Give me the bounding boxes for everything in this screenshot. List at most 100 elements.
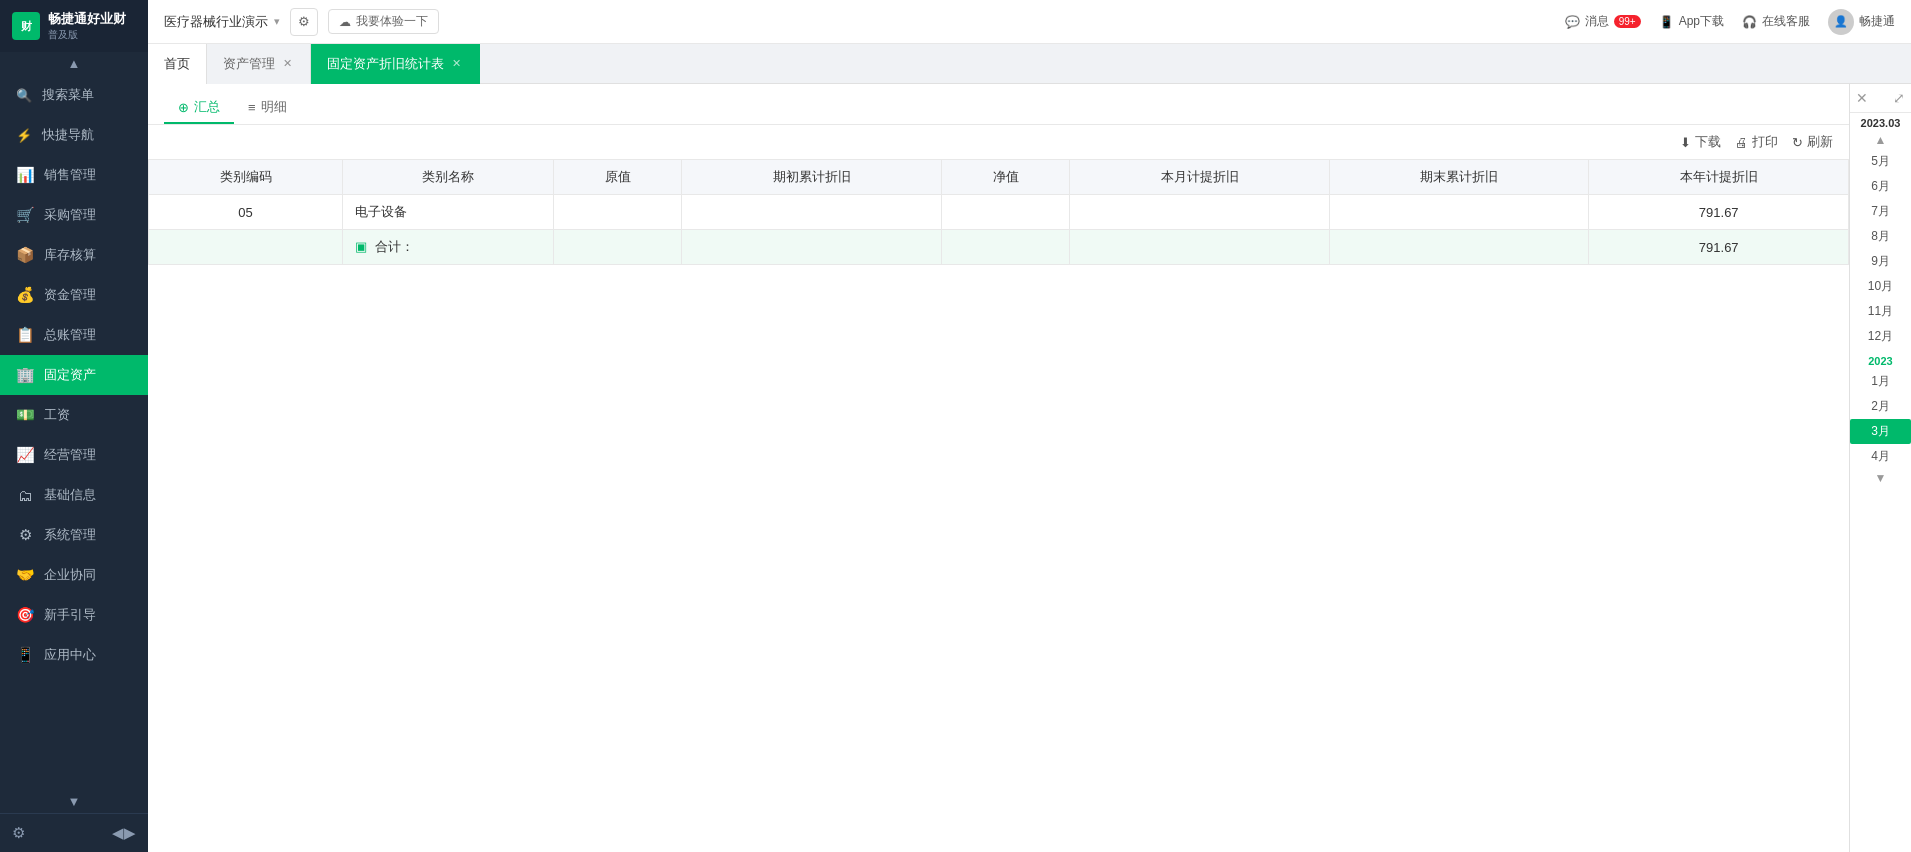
- sidebar-item-salary[interactable]: 💵 工资: [0, 395, 148, 435]
- date-scroll-down[interactable]: ▼: [1850, 469, 1911, 487]
- date-month-2023-4[interactable]: 4月: [1850, 444, 1911, 469]
- total-label: ▣ 合计：: [343, 230, 554, 265]
- col-header-initial-accumulated: 期初累计折旧: [682, 160, 942, 195]
- date-month-2023-3[interactable]: 3月: [1850, 419, 1911, 444]
- company-chevron-icon: ▾: [274, 15, 280, 28]
- sidebar-item-guide[interactable]: 🎯 新手引导: [0, 595, 148, 635]
- table-row: 05 电子设备 791.67: [149, 195, 1849, 230]
- sidebar-scroll-down[interactable]: ▼: [0, 790, 148, 813]
- tabs-bar: 首页 资产管理 ✕ 固定资产折旧统计表 ✕: [148, 44, 1911, 84]
- row-annual: 791.67: [1589, 195, 1849, 230]
- customer-service-icon: 🎧: [1742, 15, 1757, 29]
- depreciation-table: 类别编码 类别名称 原值 期初累计折旧 净值 本月计提折旧 期末累计折旧 本年计…: [148, 159, 1849, 265]
- topbar-settings-button[interactable]: ⚙: [290, 8, 318, 36]
- date-month-11[interactable]: 11月: [1850, 299, 1911, 324]
- sidebar-item-quick-nav[interactable]: ⚡ 快捷导航: [0, 115, 148, 155]
- tab-close-depreciation-report[interactable]: ✕: [449, 57, 463, 71]
- sidebar-scroll-up[interactable]: ▲: [0, 52, 148, 75]
- sidebar-item-search[interactable]: 🔍 搜索菜单: [0, 75, 148, 115]
- tab-close-asset-mgmt[interactable]: ✕: [280, 57, 294, 71]
- experience-button[interactable]: ☁ 我要体验一下: [328, 9, 439, 34]
- col-header-annual: 本年计提折旧: [1589, 160, 1849, 195]
- user-profile[interactable]: 👤 畅捷通: [1828, 9, 1895, 35]
- sidebar-item-funds[interactable]: 💰 资金管理: [0, 275, 148, 315]
- year-2023-label[interactable]: 2023: [1868, 349, 1892, 369]
- summary-icon: ⊕: [178, 100, 189, 115]
- date-month-7[interactable]: 7月: [1850, 199, 1911, 224]
- app-logo: 财 畅捷通好业财 普及版: [0, 0, 148, 52]
- sidebar-item-sales[interactable]: 📊 销售管理: [0, 155, 148, 195]
- total-annual: 791.67: [1589, 230, 1849, 265]
- row-monthly: [1070, 195, 1330, 230]
- refresh-button[interactable]: ↻ 刷新: [1792, 133, 1833, 151]
- sub-tab-summary[interactable]: ⊕ 汇总: [164, 92, 234, 124]
- date-month-5[interactable]: 5月: [1850, 149, 1911, 174]
- main-area: 医疗器械行业演示 ▾ ⚙ ☁ 我要体验一下 💬 消息 99+ 📱 App下载 🎧…: [148, 0, 1911, 852]
- total-icon: ▣: [355, 239, 367, 254]
- col-header-net-value: 净值: [941, 160, 1070, 195]
- tab-depreciation-report[interactable]: 固定资产折旧统计表 ✕: [311, 44, 480, 84]
- app-download-icon: 📱: [1659, 15, 1674, 29]
- fixed-assets-icon: 🏢: [16, 366, 34, 384]
- total-net-value: [941, 230, 1070, 265]
- date-month-10[interactable]: 10月: [1850, 274, 1911, 299]
- collapse-sidebar-icon[interactable]: ◀▶: [112, 824, 136, 842]
- salary-icon: 💵: [16, 406, 34, 424]
- row-code: 05: [149, 195, 343, 230]
- customer-service-button[interactable]: 🎧 在线客服: [1742, 13, 1810, 30]
- purchase-icon: 🛒: [16, 206, 34, 224]
- app-center-icon: 📱: [16, 646, 34, 664]
- sidebar-item-fixed-assets[interactable]: 🏢 固定资产: [0, 355, 148, 395]
- sidebar-item-basic-info[interactable]: 🗂 基础信息: [0, 475, 148, 515]
- data-table-wrap: 类别编码 类别名称 原值 期初累计折旧 净值 本月计提折旧 期末累计折旧 本年计…: [148, 159, 1849, 852]
- company-selector[interactable]: 医疗器械行业演示 ▾: [164, 13, 280, 31]
- date-scroll-up[interactable]: ▲: [1850, 131, 1911, 149]
- date-month-6[interactable]: 6月: [1850, 174, 1911, 199]
- gear-icon: ⚙: [298, 14, 310, 29]
- total-original-value: [553, 230, 682, 265]
- sidebar-bottom: ⚙ ◀▶: [0, 813, 148, 852]
- col-header-code: 类别编码: [149, 160, 343, 195]
- download-button[interactable]: ⬇ 下载: [1680, 133, 1721, 151]
- row-net-value: [941, 195, 1070, 230]
- content-area: ⊕ 汇总 ≡ 明细 ⬇ 下载 🖨 打印 ↻: [148, 84, 1849, 852]
- message-button[interactable]: 💬 消息 99+: [1565, 13, 1641, 30]
- row-initial-accumulated: [682, 195, 942, 230]
- right-panel-header: ✕ ⤢: [1850, 84, 1911, 113]
- right-panel-expand-icon[interactable]: ⤢: [1893, 90, 1905, 106]
- sidebar-item-enterprise[interactable]: 🤝 企业协同: [0, 555, 148, 595]
- guide-icon: 🎯: [16, 606, 34, 624]
- sidebar: 财 畅捷通好业财 普及版 ▲ 🔍 搜索菜单 ⚡ 快捷导航 📊 销售管理 🛒 采购…: [0, 0, 148, 852]
- date-month-9[interactable]: 9月: [1850, 249, 1911, 274]
- inventory-icon: 📦: [16, 246, 34, 264]
- total-monthly: [1070, 230, 1330, 265]
- date-month-2023-2[interactable]: 2月: [1850, 394, 1911, 419]
- date-month-12[interactable]: 12月: [1850, 324, 1911, 349]
- print-button[interactable]: 🖨 打印: [1735, 133, 1778, 151]
- row-end-accumulated: [1329, 195, 1589, 230]
- tab-asset-mgmt[interactable]: 资产管理 ✕: [207, 44, 311, 84]
- total-end-accumulated: [1329, 230, 1589, 265]
- settings-bottom-icon[interactable]: ⚙: [12, 824, 25, 842]
- app-download-button[interactable]: 📱 App下载: [1659, 13, 1724, 30]
- sidebar-item-app-center[interactable]: 📱 应用中心: [0, 635, 148, 675]
- right-date-panel: ✕ ⤢ 2023.03 ▲ 5月 6月 7月 8月 9月 10月 11月 12月…: [1849, 84, 1911, 852]
- sidebar-item-inventory[interactable]: 📦 库存核算: [0, 235, 148, 275]
- refresh-icon: ↻: [1792, 135, 1803, 150]
- row-original-value: [553, 195, 682, 230]
- operations-icon: 📈: [16, 446, 34, 464]
- sidebar-item-purchase[interactable]: 🛒 采购管理: [0, 195, 148, 235]
- date-month-8[interactable]: 8月: [1850, 224, 1911, 249]
- right-panel-close-icon[interactable]: ✕: [1856, 90, 1868, 106]
- logo-text: 畅捷通好业财 普及版: [48, 10, 126, 42]
- tab-home[interactable]: 首页: [148, 44, 207, 84]
- sidebar-item-system[interactable]: ⚙ 系统管理: [0, 515, 148, 555]
- sub-tab-detail[interactable]: ≡ 明细: [234, 92, 301, 124]
- experience-icon: ☁: [339, 15, 351, 29]
- search-icon: 🔍: [16, 88, 32, 103]
- sub-tabs: ⊕ 汇总 ≡ 明细: [148, 84, 1849, 125]
- date-month-2023-1[interactable]: 1月: [1850, 369, 1911, 394]
- sidebar-item-operations[interactable]: 📈 经营管理: [0, 435, 148, 475]
- date-section-2023: 1月 2月 3月 4月: [1850, 369, 1911, 469]
- sidebar-item-ledger[interactable]: 📋 总账管理: [0, 315, 148, 355]
